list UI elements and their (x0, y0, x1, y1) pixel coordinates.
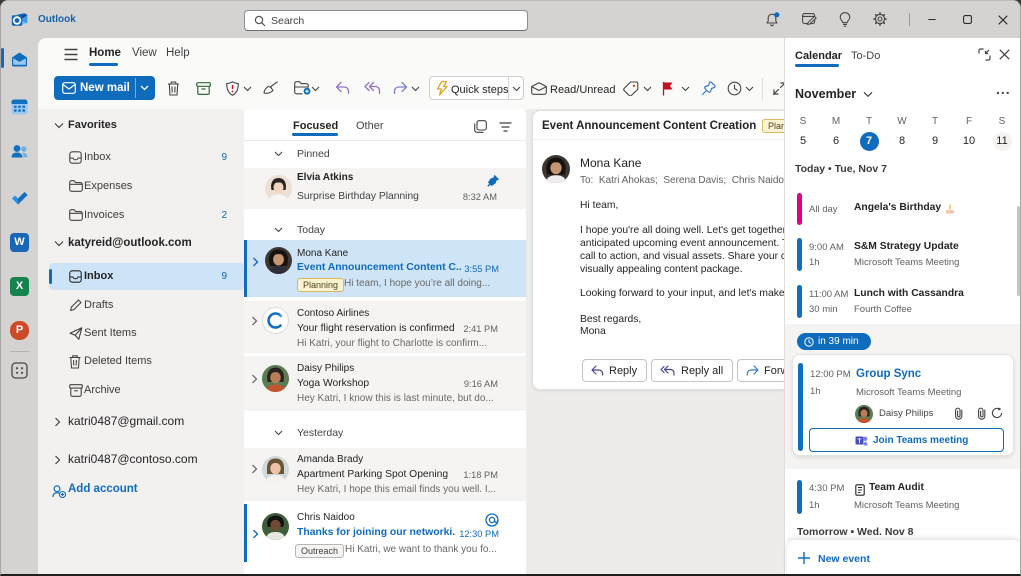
svg-text:T: T (858, 438, 862, 445)
